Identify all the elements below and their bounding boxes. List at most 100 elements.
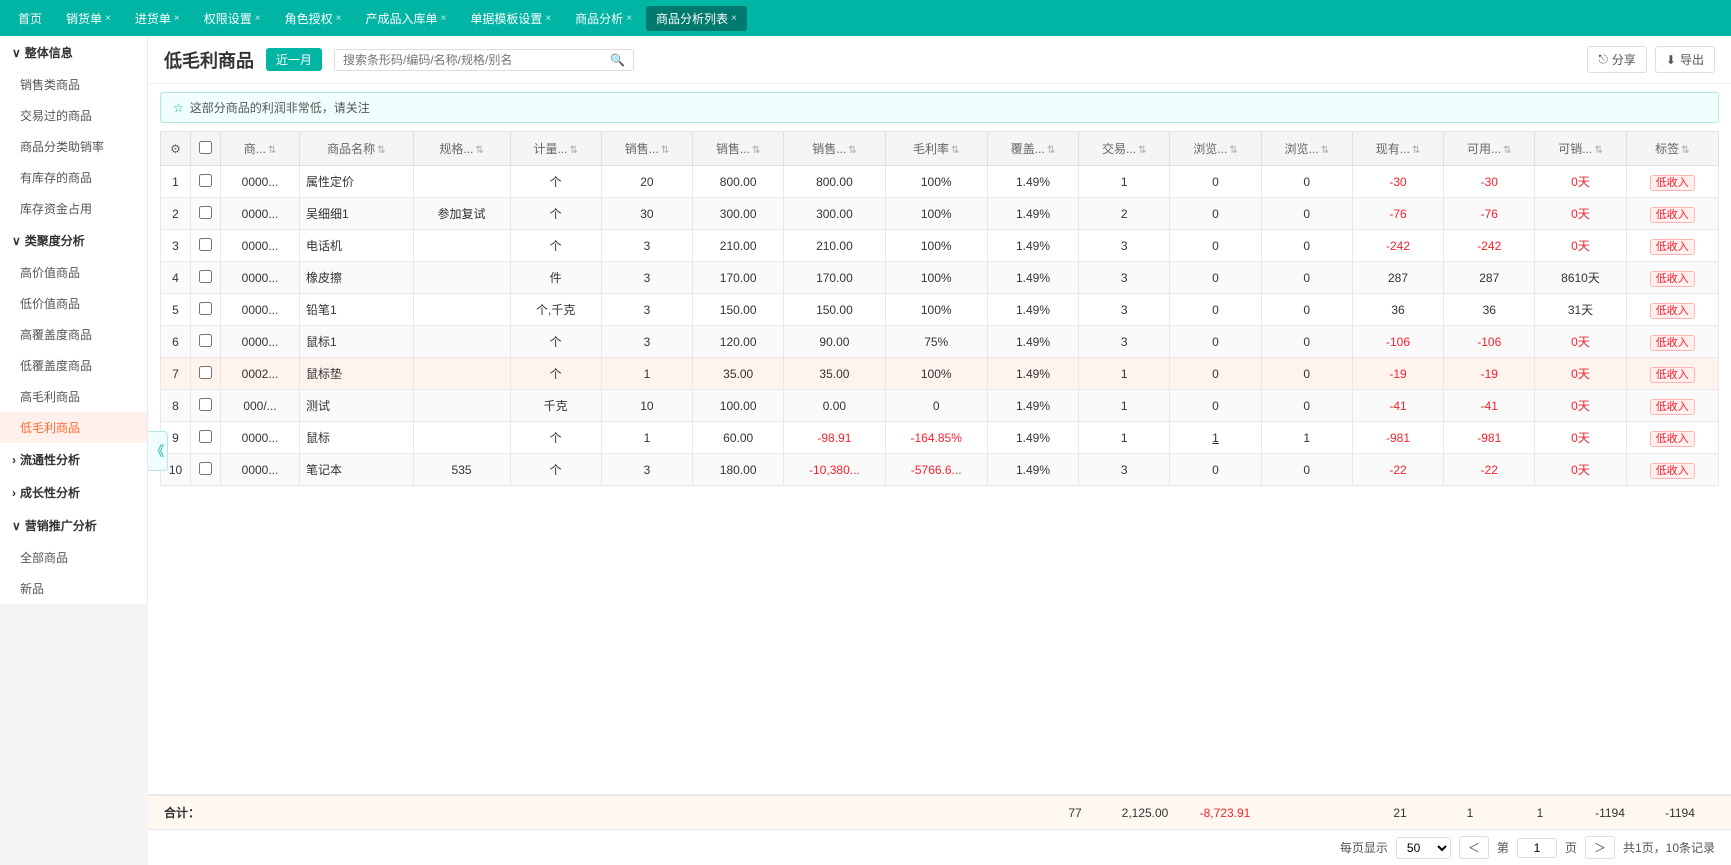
row-checkbox[interactable]	[191, 198, 221, 230]
nav-template-close[interactable]: ×	[545, 13, 551, 24]
next-page-button[interactable]: ＞	[1585, 836, 1615, 859]
row-checkbox[interactable]	[191, 390, 221, 422]
col-unit[interactable]: 计量...⇅	[510, 132, 601, 166]
nav-permission[interactable]: 权限设置 ×	[194, 6, 271, 31]
sidebar-item-high-coverage[interactable]: 高覆盖度商品	[0, 319, 147, 350]
nav-sales-close[interactable]: ×	[105, 13, 111, 24]
col-name[interactable]: 商品名称⇅	[300, 132, 414, 166]
row-browse1[interactable]: 0	[1170, 358, 1261, 390]
footer-label: 合计：	[164, 804, 200, 821]
col-browse2[interactable]: 浏览...⇅	[1261, 132, 1352, 166]
nav-inventory-close[interactable]: ×	[440, 13, 446, 24]
nav-purchase[interactable]: 进货单 ×	[125, 6, 190, 31]
sidebar-group-marketing[interactable]: ∨ 营销推广分析	[0, 509, 147, 542]
row-checkbox[interactable]	[191, 166, 221, 198]
row-saleable: 0天	[1535, 198, 1626, 230]
row-sales-price: 170.00	[693, 262, 784, 294]
per-page-select[interactable]: 50 100 200	[1396, 837, 1451, 859]
sidebar-item-low-value[interactable]: 低价值商品	[0, 288, 147, 319]
col-spec[interactable]: 规格...⇅	[413, 132, 510, 166]
row-saleable: 0天	[1535, 326, 1626, 358]
sidebar-item-sales-goods[interactable]: 销售类商品	[0, 69, 147, 100]
share-button[interactable]: ⎋ 分享	[1587, 46, 1647, 73]
sidebar-wrapper: ∨ 整体信息 销售类商品 交易过的商品 商品分类助销率 有库存的商品 库存资金占…	[0, 36, 148, 865]
row-checkbox[interactable]	[191, 358, 221, 390]
sidebar-item-capital[interactable]: 库存资金占用	[0, 193, 147, 224]
row-browse1[interactable]: 1	[1170, 422, 1261, 454]
search-icon[interactable]: 🔍	[610, 53, 625, 67]
row-checkbox[interactable]	[191, 454, 221, 486]
col-transaction[interactable]: 交易...⇅	[1079, 132, 1170, 166]
sidebar-group-growth[interactable]: › 成长性分析	[0, 476, 147, 509]
export-button[interactable]: ⬇ 导出	[1655, 46, 1715, 73]
sidebar-item-traded-goods[interactable]: 交易过的商品	[0, 100, 147, 131]
col-sales-price[interactable]: 销售...⇅	[693, 132, 784, 166]
row-gross-margin: -5766.6...	[885, 454, 987, 486]
sidebar-group-overall[interactable]: ∨ 整体信息	[0, 36, 147, 69]
col-saleable[interactable]: 可销...⇅	[1535, 132, 1626, 166]
sidebar-item-in-stock[interactable]: 有库存的商品	[0, 162, 147, 193]
sidebar-item-new-goods[interactable]: 新品	[0, 573, 147, 604]
sidebar: ∨ 整体信息 销售类商品 交易过的商品 商品分类助销率 有库存的商品 库存资金占…	[0, 36, 148, 604]
prev-page-button[interactable]: ＜	[1459, 836, 1489, 859]
nav-analysis[interactable]: 商品分析 ×	[565, 6, 642, 31]
nav-sales[interactable]: 销货单 ×	[56, 6, 121, 31]
sidebar-item-low-margin[interactable]: 低毛利商品	[0, 412, 147, 443]
nav-analysis-list-close[interactable]: ×	[731, 13, 737, 24]
row-browse1[interactable]: 0	[1170, 454, 1261, 486]
sidebar-item-high-value[interactable]: 高价值商品	[0, 257, 147, 288]
row-sales-qty: 3	[601, 454, 692, 486]
export-icon: ⬇	[1666, 53, 1676, 67]
row-transaction: 3	[1079, 326, 1170, 358]
col-sales-amount[interactable]: 销售...⇅	[784, 132, 885, 166]
col-settings[interactable]: ⚙	[161, 132, 191, 166]
nav-role-close[interactable]: ×	[336, 13, 342, 24]
nav-role[interactable]: 角色授权 ×	[275, 6, 352, 31]
nav-template[interactable]: 单据模板设置 ×	[460, 6, 561, 31]
row-tag: 低收入	[1626, 166, 1718, 198]
col-coverage[interactable]: 覆盖...⇅	[987, 132, 1078, 166]
nav-home[interactable]: 首页	[8, 6, 52, 31]
row-browse1[interactable]: 0	[1170, 326, 1261, 358]
col-browse1[interactable]: 浏览...⇅	[1170, 132, 1261, 166]
sidebar-group-cluster[interactable]: ∨ 类聚度分析	[0, 224, 147, 257]
nav-permission-close[interactable]: ×	[255, 13, 261, 24]
row-checkbox[interactable]	[191, 294, 221, 326]
row-browse1[interactable]: 0	[1170, 230, 1261, 262]
row-browse1[interactable]: 0	[1170, 390, 1261, 422]
col-code[interactable]: 商...⇅	[221, 132, 300, 166]
col-available[interactable]: 可用...⇅	[1444, 132, 1535, 166]
row-code: 0000...	[221, 230, 300, 262]
collapse-sidebar-button[interactable]: 《	[148, 431, 168, 471]
sidebar-group-circulation[interactable]: › 流通性分析	[0, 443, 147, 476]
row-browse1[interactable]: 0	[1170, 294, 1261, 326]
col-tag[interactable]: 标签⇅	[1626, 132, 1718, 166]
row-sales-price: 800.00	[693, 166, 784, 198]
sidebar-item-high-margin[interactable]: 高毛利商品	[0, 381, 147, 412]
nav-analysis-close[interactable]: ×	[626, 13, 632, 24]
col-sales-qty[interactable]: 销售...⇅	[601, 132, 692, 166]
nav-purchase-close[interactable]: ×	[174, 13, 180, 24]
col-checkbox[interactable]	[191, 132, 221, 166]
col-gross-margin[interactable]: 毛利率⇅	[885, 132, 987, 166]
nav-analysis-list[interactable]: 商品分析列表 ×	[646, 6, 747, 31]
date-filter-button[interactable]: 近一月	[266, 48, 322, 71]
sidebar-item-all-goods[interactable]: 全部商品	[0, 542, 147, 573]
row-browse1[interactable]: 0	[1170, 166, 1261, 198]
col-current-stock[interactable]: 现有...⇅	[1352, 132, 1443, 166]
search-input[interactable]	[343, 53, 605, 67]
row-checkbox[interactable]	[191, 326, 221, 358]
row-gross-margin: 100%	[885, 262, 987, 294]
row-checkbox[interactable]	[191, 262, 221, 294]
row-current-stock: -30	[1352, 166, 1443, 198]
select-all-checkbox[interactable]	[199, 141, 212, 154]
nav-inventory[interactable]: 产成品入库单 ×	[355, 6, 456, 31]
sidebar-item-low-coverage[interactable]: 低覆盖度商品	[0, 350, 147, 381]
page-number-input[interactable]	[1517, 838, 1557, 858]
table-row: 1 0000... 属性定价 个 20 800.00 800.00 100% 1…	[161, 166, 1719, 198]
sidebar-item-category-sales-rate[interactable]: 商品分类助销率	[0, 131, 147, 162]
row-browse1[interactable]: 0	[1170, 198, 1261, 230]
row-browse1[interactable]: 0	[1170, 262, 1261, 294]
row-checkbox[interactable]	[191, 230, 221, 262]
row-checkbox[interactable]	[191, 422, 221, 454]
